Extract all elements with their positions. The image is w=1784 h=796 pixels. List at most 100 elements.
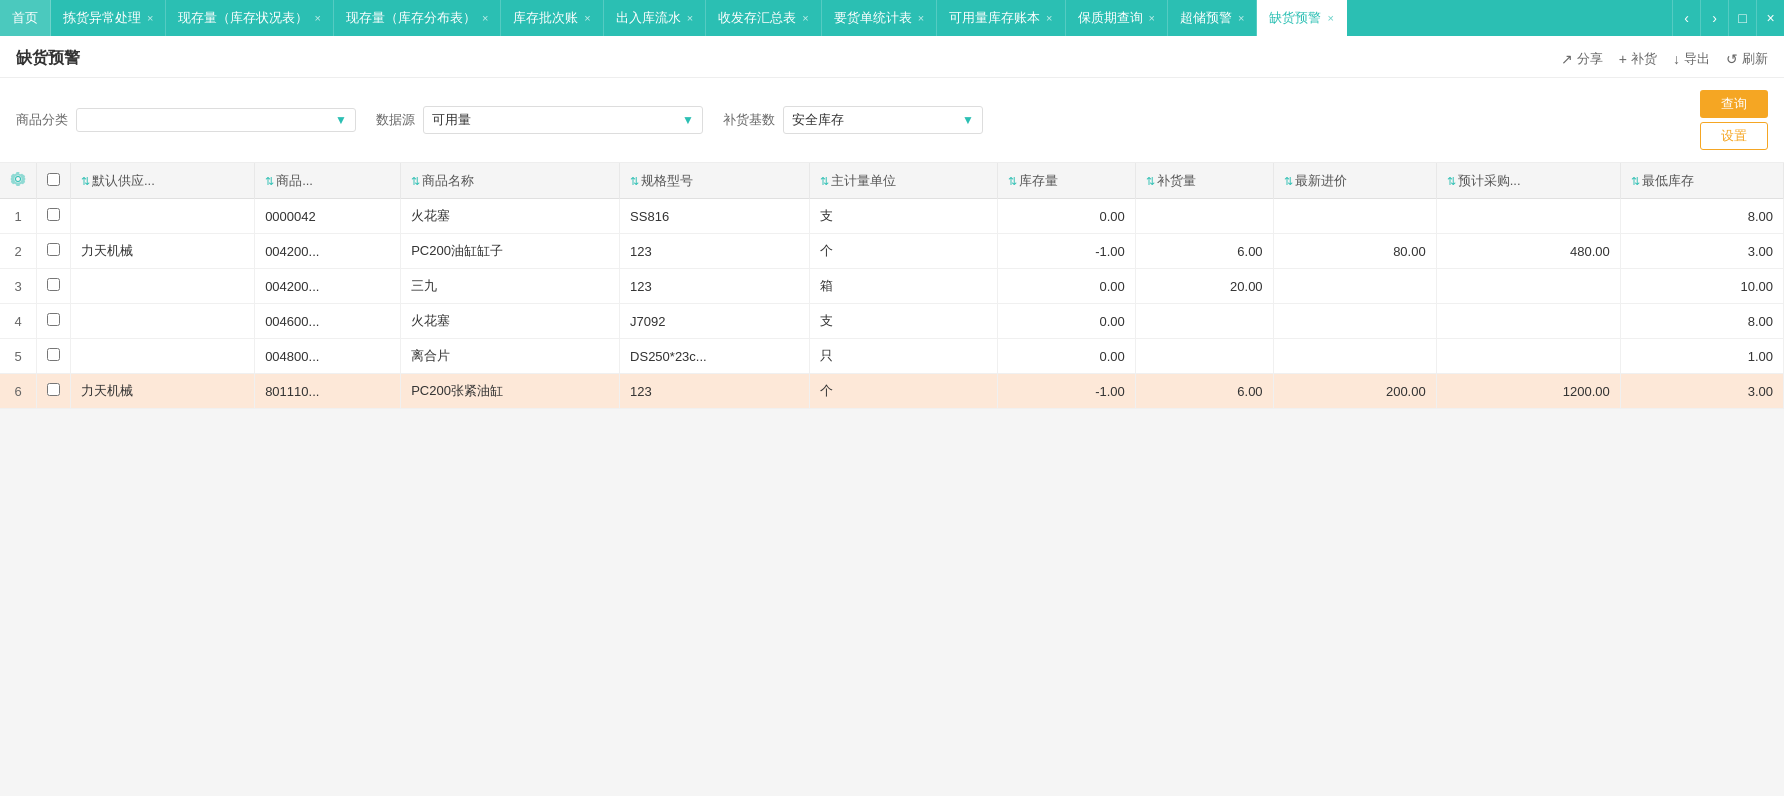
min-stock-cell-4: 1.00: [1620, 339, 1783, 374]
select-all-checkbox[interactable]: [47, 173, 60, 186]
row-checkbox-3[interactable]: [47, 313, 60, 326]
min-stock-cell-1: 3.00: [1620, 234, 1783, 269]
tab-close-batch-account[interactable]: ×: [584, 12, 590, 24]
tab-next-button[interactable]: ›: [1700, 0, 1728, 36]
row-num-3: 4: [0, 304, 37, 339]
stock-cell-3: 0.00: [997, 304, 1135, 339]
data-table: ⇅默认供应... ⇅商品... ⇅商品名称 ⇅规格型号 ⇅主计量单位: [0, 163, 1784, 409]
tab-label-inventory-status: 现存量（库存状况表）: [178, 9, 308, 27]
tab-close-available-ledger[interactable]: ×: [1046, 12, 1052, 24]
product-code-cell-0: 0000042: [255, 199, 401, 234]
row-checkbox-4[interactable]: [47, 348, 60, 361]
row-num-2: 3: [0, 269, 37, 304]
min-stock-cell-3: 8.00: [1620, 304, 1783, 339]
tab-close-shortage[interactable]: ×: [1327, 12, 1333, 24]
datasource-label: 数据源: [376, 111, 415, 129]
replenish-qty-cell-3: [1135, 304, 1273, 339]
row-checkbox-cell-4: [37, 339, 71, 374]
table-row: 2力天机械004200...PC200油缸缸子123个-1.006.0080.0…: [0, 234, 1784, 269]
table-row: 5004800...离合片DS250*23c...只0.001.00: [0, 339, 1784, 374]
tab-item-expiry[interactable]: 保质期查询×: [1066, 0, 1168, 36]
tab-item-overstock[interactable]: 超储预警 ×: [1168, 0, 1257, 36]
tab-item-inventory-status[interactable]: 现存量（库存状况表） ×: [166, 0, 333, 36]
table-row: 10000042火花塞SS816支0.008.00: [0, 199, 1784, 234]
query-button[interactable]: 查询: [1700, 90, 1768, 118]
tab-bar: 首页拣货异常处理×现存量（库存状况表）×现存量（库存分布表）×库存批次账×出入库…: [0, 0, 1784, 36]
page-content: 缺货预警 ↗ 分享 + 补货 ↓ 导出 ↺ 刷新 商品分类: [0, 36, 1784, 409]
th-product-name: ⇅商品名称: [401, 163, 620, 199]
latest-price-cell-5: 200.00: [1273, 374, 1436, 409]
replenish-base-select[interactable]: 安全库存 ▼: [783, 106, 983, 134]
tab-close-receive-summary[interactable]: ×: [802, 12, 808, 24]
replenish-base-arrow-icon: ▼: [962, 113, 974, 127]
tab-item-flow[interactable]: 出入库流水×: [604, 0, 706, 36]
tab-close-exception[interactable]: ×: [147, 12, 153, 24]
category-select[interactable]: ▼: [76, 108, 356, 132]
tab-label-batch-account: 库存批次账: [513, 9, 578, 27]
row-checkbox-0[interactable]: [47, 208, 60, 221]
spec-cell-2: 123: [620, 269, 810, 304]
export-action[interactable]: ↓ 导出: [1673, 50, 1710, 68]
row-checkbox-cell-1: [37, 234, 71, 269]
row-num-5: 6: [0, 374, 37, 409]
tab-item-home[interactable]: 首页: [0, 0, 51, 36]
product-name-cell-3: 火花塞: [401, 304, 620, 339]
tab-item-batch-account[interactable]: 库存批次账 ×: [501, 0, 603, 36]
tab-item-receive-summary[interactable]: 收发存汇总表×: [706, 0, 821, 36]
tab-label-available-ledger: 可用量库存账本: [949, 9, 1040, 27]
tab-close-inventory-dist[interactable]: ×: [482, 12, 488, 24]
tab-close-button[interactable]: ×: [1756, 0, 1784, 36]
share-action[interactable]: ↗ 分享: [1561, 50, 1603, 68]
spec-cell-1: 123: [620, 234, 810, 269]
category-label: 商品分类: [16, 111, 68, 129]
table-body: 10000042火花塞SS816支0.008.002力天机械004200...P…: [0, 199, 1784, 409]
default-supplier-cell-0: [71, 199, 255, 234]
replenish-action[interactable]: + 补货: [1619, 50, 1657, 68]
tab-close-flow[interactable]: ×: [687, 12, 693, 24]
sort-icon-replenish: ⇅: [1146, 175, 1155, 187]
tab-item-available-ledger[interactable]: 可用量库存账本 ×: [937, 0, 1065, 36]
datasource-select[interactable]: 可用量 ▼: [423, 106, 703, 134]
tab-close-order-stats[interactable]: ×: [918, 12, 924, 24]
replenish-base-filter-group: 补货基数 安全库存 ▼: [723, 106, 983, 134]
stock-cell-2: 0.00: [997, 269, 1135, 304]
product-code-cell-2: 004200...: [255, 269, 401, 304]
tab-nav-buttons: ‹ › □ ×: [1672, 0, 1784, 36]
table-header-row: ⇅默认供应... ⇅商品... ⇅商品名称 ⇅规格型号 ⇅主计量单位: [0, 163, 1784, 199]
min-stock-cell-0: 8.00: [1620, 199, 1783, 234]
sort-icon-supplier: ⇅: [81, 175, 90, 187]
tab-close-expiry[interactable]: ×: [1149, 12, 1155, 24]
sort-icon-spec: ⇅: [630, 175, 639, 187]
tab-item-exception[interactable]: 拣货异常处理×: [51, 0, 166, 36]
estimated-purchase-cell-3: [1436, 304, 1620, 339]
refresh-label: 刷新: [1742, 50, 1768, 68]
refresh-icon: ↺: [1726, 51, 1738, 67]
datasource-arrow-icon: ▼: [682, 113, 694, 127]
table-row: 4004600...火花塞J7092支0.008.00: [0, 304, 1784, 339]
tab-close-inventory-status[interactable]: ×: [314, 12, 320, 24]
sort-icon-estimated: ⇅: [1447, 175, 1456, 187]
sort-icon-code: ⇅: [265, 175, 274, 187]
tab-prev-button[interactable]: ‹: [1672, 0, 1700, 36]
unit-cell-0: 支: [809, 199, 997, 234]
category-arrow-icon: ▼: [335, 113, 347, 127]
row-checkbox-1[interactable]: [47, 243, 60, 256]
tab-item-inventory-dist[interactable]: 现存量（库存分布表）×: [334, 0, 501, 36]
settings-gear-icon[interactable]: [10, 171, 26, 187]
tab-label-overstock: 超储预警: [1180, 9, 1232, 27]
row-checkbox-2[interactable]: [47, 278, 60, 291]
tab-item-shortage[interactable]: 缺货预警 ×: [1257, 0, 1346, 36]
refresh-action[interactable]: ↺ 刷新: [1726, 50, 1768, 68]
tab-label-shortage: 缺货预警: [1269, 9, 1321, 27]
row-checkbox-5[interactable]: [47, 383, 60, 396]
stock-cell-0: 0.00: [997, 199, 1135, 234]
tab-close-overstock[interactable]: ×: [1238, 12, 1244, 24]
tab-item-order-stats[interactable]: 要货单统计表×: [822, 0, 937, 36]
settings-button[interactable]: 设置: [1700, 122, 1768, 150]
th-product-code: ⇅商品...: [255, 163, 401, 199]
tab-restore-button[interactable]: □: [1728, 0, 1756, 36]
table-header: ⇅默认供应... ⇅商品... ⇅商品名称 ⇅规格型号 ⇅主计量单位: [0, 163, 1784, 199]
product-name-cell-4: 离合片: [401, 339, 620, 374]
page-title: 缺货预警: [16, 48, 1561, 69]
product-name-cell-1: PC200油缸缸子: [401, 234, 620, 269]
